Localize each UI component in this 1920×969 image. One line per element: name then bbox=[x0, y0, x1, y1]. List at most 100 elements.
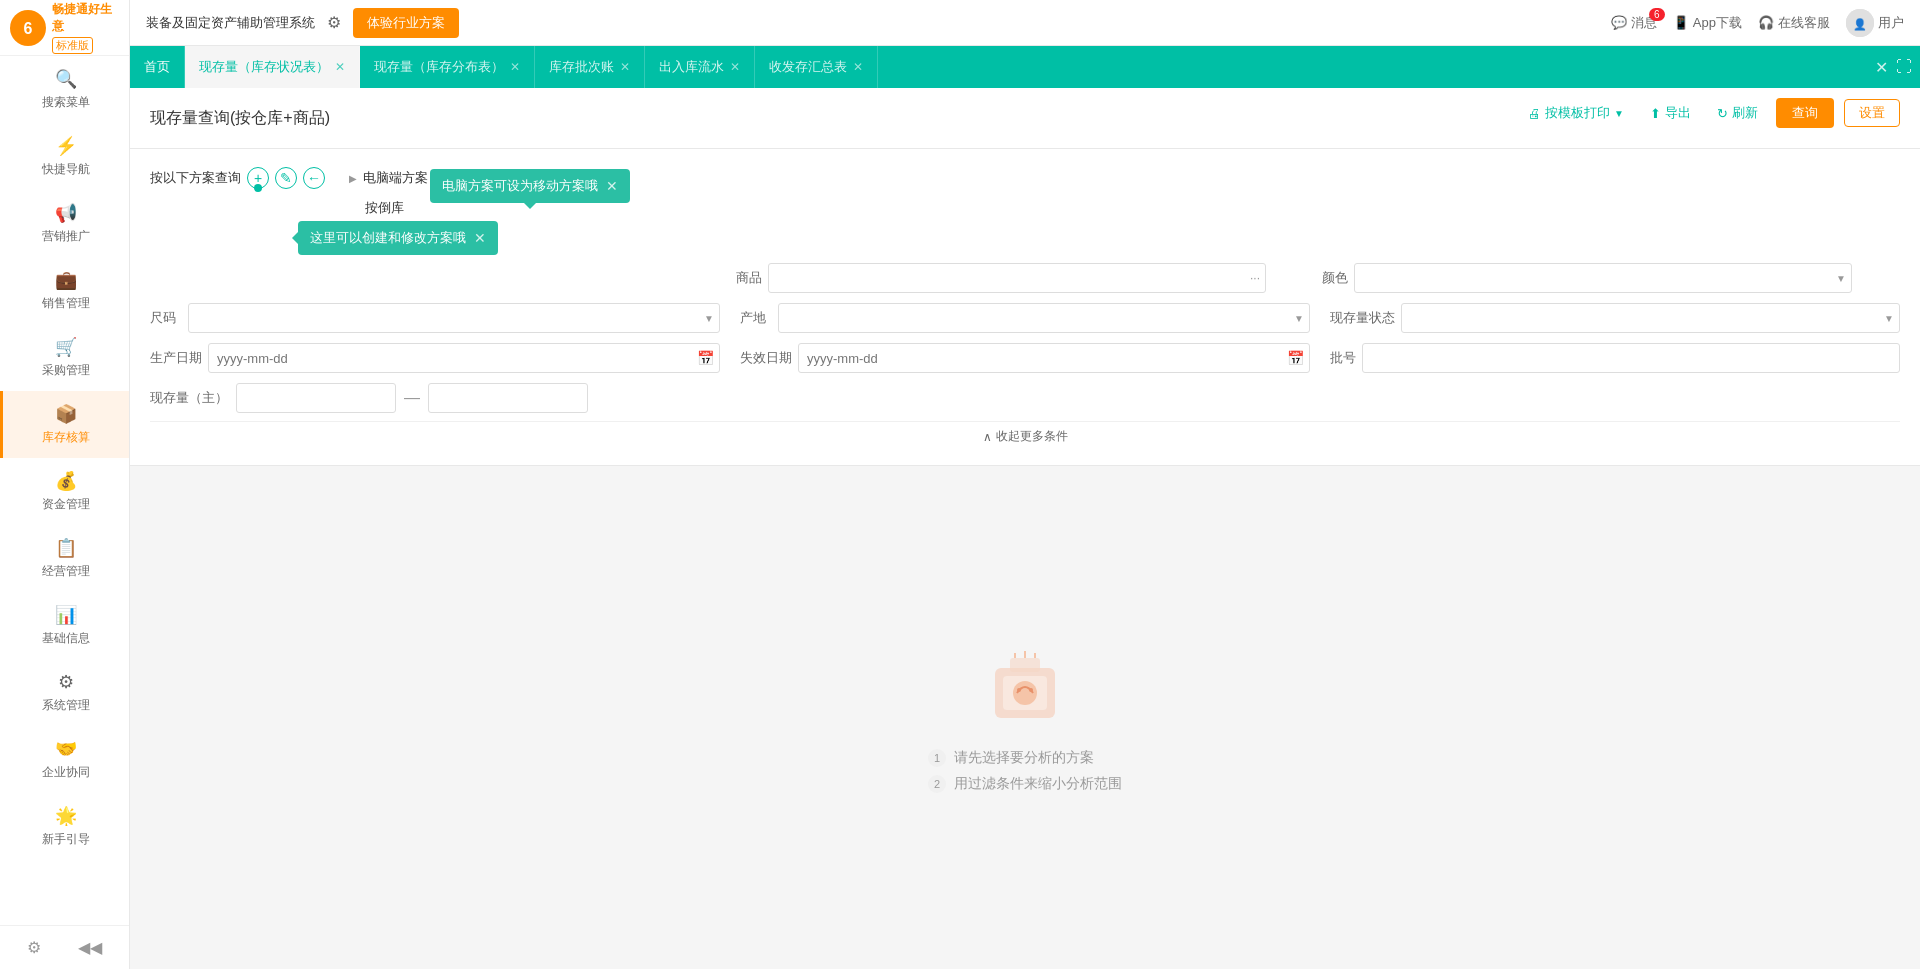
tab-inventory-status-close[interactable]: ✕ bbox=[335, 60, 345, 74]
sidebar-nav: 🔍 搜索菜单 ⚡ 快捷导航 📢 营销推广 💼 销售管理 🛒 采购管理 📦 库存核… bbox=[0, 56, 129, 925]
empty-text: 1 请先选择要分析的方案 2 用过滤条件来缩小分析范围 bbox=[928, 749, 1122, 793]
tree-expand-icon: ▶ bbox=[349, 173, 357, 184]
message-icon: 💬 bbox=[1611, 15, 1627, 30]
collapse-filter-btn[interactable]: ∧ 收起更多条件 bbox=[150, 421, 1900, 451]
sidebar-item-operations[interactable]: 📋 经营管理 bbox=[0, 525, 129, 592]
empty-illustration bbox=[975, 643, 1075, 733]
stock-main-min-input[interactable] bbox=[236, 383, 396, 413]
step1-num: 1 bbox=[928, 749, 946, 767]
add-scheme-btn[interactable]: + bbox=[247, 167, 269, 189]
scheme-tooltip2-close[interactable]: ✕ bbox=[474, 230, 486, 246]
goods-field: 商品 ··· bbox=[736, 263, 1266, 293]
sales-icon: 💼 bbox=[55, 269, 77, 291]
filter-area: 按以下方案查询 + ✎ ← ▶ bbox=[130, 149, 1920, 466]
export-icon: ⬆ bbox=[1650, 106, 1661, 121]
operations-icon: 📋 bbox=[55, 537, 77, 559]
print-btn[interactable]: 🖨 按模板打印 ▼ bbox=[1520, 100, 1632, 126]
topbar-settings-icon[interactable]: ⚙ bbox=[327, 13, 341, 32]
scheme-tooltip-close[interactable]: ✕ bbox=[606, 178, 618, 194]
sidebar-item-guide[interactable]: 🌟 新手引导 bbox=[0, 793, 129, 860]
goods-input[interactable] bbox=[768, 263, 1266, 293]
tab-stock-summary-close[interactable]: ✕ bbox=[853, 60, 863, 74]
tab-inventory-status[interactable]: 现存量（库存状况表） ✕ bbox=[185, 46, 360, 88]
sidebar-item-marketing[interactable]: 📢 营销推广 bbox=[0, 190, 129, 257]
sidebar-settings-btn[interactable]: ⚙ bbox=[27, 938, 41, 957]
export-btn[interactable]: ⬆ 导出 bbox=[1642, 100, 1699, 126]
message-btn[interactable]: 💬 消息 6 bbox=[1611, 14, 1657, 32]
expire-date-icon[interactable]: 📅 bbox=[1287, 350, 1304, 366]
color-field: 颜色 ▼ bbox=[1322, 263, 1852, 293]
search-nav-icon: 🔍 bbox=[55, 68, 77, 90]
scheme-tree-item-warehouse[interactable]: 按倒库 bbox=[337, 195, 440, 221]
produce-date-icon[interactable]: 📅 bbox=[697, 350, 714, 366]
logo-text: 畅捷通好生意 标准版 bbox=[52, 1, 119, 54]
edit-scheme-btn[interactable]: ✎ bbox=[275, 167, 297, 189]
expire-date-field: 失效日期 📅 bbox=[740, 343, 1310, 373]
sidebar-item-finance-label: 资金管理 bbox=[42, 496, 90, 513]
sidebar-item-search[interactable]: 🔍 搜索菜单 bbox=[0, 56, 129, 123]
sidebar-item-search-label: 搜索菜单 bbox=[42, 94, 90, 111]
sidebar-item-system[interactable]: ⚙ 系统管理 bbox=[0, 659, 129, 726]
tab-batch-account-close[interactable]: ✕ bbox=[620, 60, 630, 74]
marketing-icon: 📢 bbox=[55, 202, 77, 224]
quick-nav-icon: ⚡ bbox=[55, 135, 77, 157]
sidebar-item-enterprise[interactable]: 🤝 企业协同 bbox=[0, 726, 129, 793]
tab-inventory-dist[interactable]: 现存量（库存分布表） ✕ bbox=[360, 46, 535, 88]
goods-label: 商品 bbox=[736, 269, 762, 287]
stock-status-select[interactable] bbox=[1401, 303, 1900, 333]
tab-inout-flow[interactable]: 出入库流水 ✕ bbox=[645, 46, 755, 88]
produce-date-field: 生产日期 📅 bbox=[150, 343, 720, 373]
scheme-tree-item-desktop[interactable]: ▶ 电脑端方案 bbox=[337, 163, 440, 193]
sidebar-item-inventory[interactable]: 📦 库存核算 bbox=[0, 391, 129, 458]
size-select[interactable] bbox=[188, 303, 720, 333]
user-area[interactable]: 👤 用户 bbox=[1846, 9, 1904, 37]
tab-fullscreen-btn[interactable]: ⛶ bbox=[1896, 58, 1912, 76]
sidebar-item-quick-nav-label: 快捷导航 bbox=[42, 161, 90, 178]
sidebar-item-operations-label: 经营管理 bbox=[42, 563, 90, 580]
tab-restore-btn[interactable]: ✕ bbox=[1875, 58, 1888, 77]
online-service-btn[interactable]: 🎧 在线客服 bbox=[1758, 14, 1830, 32]
sidebar-bottom: ⚙ ◀◀ bbox=[0, 925, 129, 969]
topbar-left: 装备及固定资产辅助管理系统 ⚙ 体验行业方案 bbox=[146, 8, 459, 38]
mobile-icon: 📱 bbox=[1673, 15, 1689, 30]
empty-step2: 2 用过滤条件来缩小分析范围 bbox=[928, 775, 1122, 793]
stock-main-max-input[interactable] bbox=[428, 383, 588, 413]
tab-home[interactable]: 首页 bbox=[130, 46, 185, 88]
sidebar-item-finance[interactable]: 💰 资金管理 bbox=[0, 458, 129, 525]
topbar: 装备及固定资产辅助管理系统 ⚙ 体验行业方案 💬 消息 6 📱 App下载 🎧 … bbox=[130, 0, 1920, 46]
back-scheme-btn[interactable]: ← bbox=[303, 167, 325, 189]
expire-date-input[interactable] bbox=[798, 343, 1310, 373]
setting-button[interactable]: 设置 bbox=[1844, 99, 1900, 127]
sidebar-item-quick-nav[interactable]: ⚡ 快捷导航 bbox=[0, 123, 129, 190]
industry-btn[interactable]: 体验行业方案 bbox=[353, 8, 459, 38]
batch-input[interactable] bbox=[1362, 343, 1900, 373]
expire-date-label: 失效日期 bbox=[740, 349, 792, 367]
sidebar: 6 畅捷通好生意 标准版 🔍 搜索菜单 ⚡ 快捷导航 📢 营销推广 💼 销售管理… bbox=[0, 0, 130, 969]
page-title: 现存量查询(按仓库+商品) bbox=[150, 108, 330, 129]
app-download-btn[interactable]: 📱 App下载 bbox=[1673, 14, 1742, 32]
sidebar-item-purchase[interactable]: 🛒 采购管理 bbox=[0, 324, 129, 391]
produce-date-input[interactable] bbox=[208, 343, 720, 373]
sidebar-item-marketing-label: 营销推广 bbox=[42, 228, 90, 245]
scheme-warehouse-label: 按倒库 bbox=[365, 200, 404, 215]
color-select[interactable] bbox=[1354, 263, 1852, 293]
refresh-btn[interactable]: ↻ 刷新 bbox=[1709, 100, 1766, 126]
sidebar-collapse-btn[interactable]: ◀◀ bbox=[78, 938, 102, 957]
origin-select[interactable] bbox=[778, 303, 1310, 333]
tab-batch-account[interactable]: 库存批次账 ✕ bbox=[535, 46, 645, 88]
guide-icon: 🌟 bbox=[55, 805, 77, 827]
tab-stock-summary[interactable]: 收发存汇总表 ✕ bbox=[755, 46, 878, 88]
filter-label: 按以下方案查询 bbox=[150, 169, 241, 187]
sidebar-item-sales[interactable]: 💼 销售管理 bbox=[0, 257, 129, 324]
service-icon: 🎧 bbox=[1758, 15, 1774, 30]
empty-state: 1 请先选择要分析的方案 2 用过滤条件来缩小分析范围 bbox=[130, 466, 1920, 969]
tab-inventory-dist-close[interactable]: ✕ bbox=[510, 60, 520, 74]
sidebar-item-sales-label: 销售管理 bbox=[42, 295, 90, 312]
sidebar-item-system-label: 系统管理 bbox=[42, 697, 90, 714]
tab-inout-flow-close[interactable]: ✕ bbox=[730, 60, 740, 74]
origin-label: 产地 bbox=[740, 309, 772, 327]
sidebar-item-basic-info[interactable]: 📊 基础信息 bbox=[0, 592, 129, 659]
query-button[interactable]: 查询 bbox=[1776, 98, 1834, 128]
edit-scheme-icon: ✎ bbox=[280, 170, 292, 186]
tab-batch-account-label: 库存批次账 bbox=[549, 58, 614, 76]
